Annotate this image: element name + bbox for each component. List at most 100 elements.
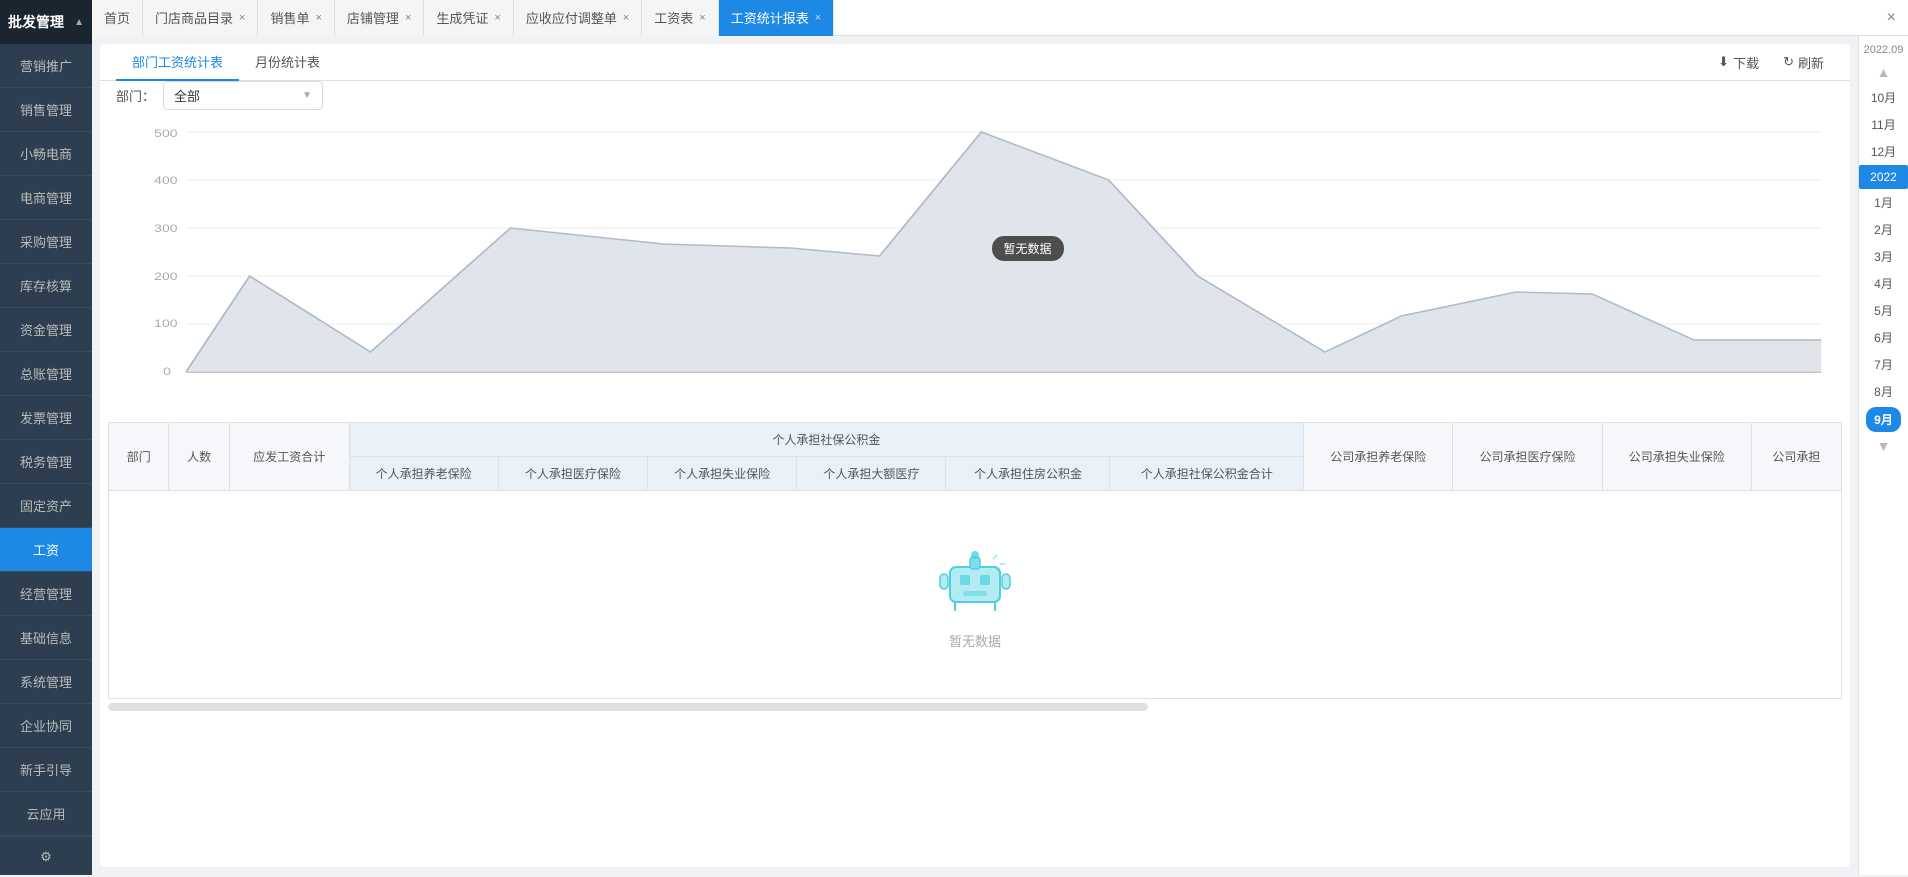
tab-bar: 首页 门店商品目录 × 销售单 × 店铺管理 × 生成凭证 × 应收应付调整单 … (92, 0, 1908, 36)
download-icon: ⬇ (1718, 54, 1729, 70)
page-container: 部门工资统计表 月份统计表 ⬇ 下载 ↻ 刷新 (92, 36, 1908, 875)
date-panel-year-2022[interactable]: 2022 (1859, 165, 1908, 189)
date-panel-may[interactable]: 5月 (1859, 297, 1908, 324)
filter-label: 部门： (116, 86, 155, 105)
gear-icon: ⚙ (40, 849, 52, 864)
tab-close-ar-ap[interactable]: × (623, 12, 629, 24)
col-personal-medical: 个人承担医疗保险 (498, 457, 647, 491)
col-personal-total: 个人承担社保公积金合计 (1110, 457, 1304, 491)
sidebar-item-payroll[interactable]: 工资 (0, 528, 92, 572)
chevron-down-icon: ▼ (302, 90, 312, 101)
empty-state-icon (935, 539, 1015, 619)
date-panel-aug[interactable]: 8月 (1859, 378, 1908, 405)
tab-ar-ap[interactable]: 应收应付调整单 × (514, 0, 642, 36)
col-personal-insurance-group: 个人承担社保公积金 (349, 423, 1304, 457)
svg-text:500: 500 (154, 127, 177, 139)
date-panel-feb[interactable]: 2月 (1859, 216, 1908, 243)
col-personal-serious-illness: 个人承担大额医疗 (797, 457, 946, 491)
content-area: 部门工资统计表 月份统计表 ⬇ 下载 ↻ 刷新 (100, 44, 1850, 867)
tab-sales-order[interactable]: 销售单 × (258, 0, 334, 36)
tab-voucher[interactable]: 生成凭证 × (424, 0, 513, 36)
tab-close-payroll-table[interactable]: × (699, 12, 705, 24)
sub-tab-dept[interactable]: 部门工资统计表 (116, 44, 239, 81)
date-panel-mar[interactable]: 3月 (1859, 243, 1908, 270)
date-panel-header: 2022.09 (1862, 40, 1906, 60)
sidebar-item-ledger[interactable]: 总账管理 (0, 352, 92, 396)
sidebar-item-basic-info[interactable]: 基础信息 (0, 616, 92, 660)
tab-close-sales-order[interactable]: × (315, 12, 321, 24)
svg-text:300: 300 (154, 222, 177, 234)
right-panel: 2022.09 ▲ 10月 11月 12月 2022 1月 2月 (1858, 36, 1908, 875)
filter-row: 部门： 全部 ▼ (100, 81, 1850, 122)
col-company-other: 公司承担 (1751, 423, 1841, 491)
tab-close-payroll-report[interactable]: × (815, 12, 821, 24)
sidebar-item-tax[interactable]: 税务管理 (0, 440, 92, 484)
table-header-group-row: 部门 人数 应发工资合计 个人承担社保公积金 (109, 423, 1842, 457)
sidebar-item-cloud[interactable]: 云应用 (0, 792, 92, 836)
department-select-value: 全部 (174, 86, 200, 105)
tab-voucher-label: 生成凭证 (436, 8, 488, 27)
sidebar-item-guide[interactable]: 新手引导 (0, 748, 92, 792)
tab-close-store-mgmt[interactable]: × (405, 12, 411, 24)
sidebar-item-sales[interactable]: 销售管理 (0, 88, 92, 132)
empty-state: 暂无数据 (121, 499, 1829, 690)
sidebar-title: 批发管理 (8, 12, 64, 32)
payroll-chart: 500 400 300 200 100 0 (116, 122, 1834, 402)
tab-payroll-report[interactable]: 工资统计报表 × (719, 0, 834, 36)
tab-home[interactable]: 首页 (92, 0, 143, 36)
tab-store-catalog[interactable]: 门店商品目录 × (143, 0, 258, 36)
tab-payroll-table[interactable]: 工资表 × (642, 0, 718, 36)
sidebar: 批发管理 ▲ 营销推广 销售管理 小畅电商 电商管理 采购管理 库存核算 资金管… (0, 0, 92, 875)
main-content: 首页 门店商品目录 × 销售单 × 店铺管理 × 生成凭证 × 应收应付调整单 … (92, 0, 1908, 875)
sub-tab-month[interactable]: 月份统计表 (239, 44, 336, 81)
col-company-unemployment: 公司承担失业保险 (1602, 423, 1751, 491)
close-all-tabs-button[interactable]: × (1875, 9, 1908, 27)
sidebar-item-inventory[interactable]: 库存核算 (0, 264, 92, 308)
date-panel-up-arrow[interactable]: ▲ (1873, 60, 1895, 84)
download-button[interactable]: ⬇ 下载 (1708, 48, 1769, 77)
horizontal-scrollbar[interactable] (108, 703, 1148, 711)
col-dept: 部门 (109, 423, 169, 491)
department-select[interactable]: 全部 ▼ (163, 81, 323, 110)
date-panel-down-arrow[interactable]: ▼ (1873, 434, 1895, 458)
sidebar-item-marketing[interactable]: 营销推广 (0, 44, 92, 88)
col-personal-pension: 个人承担养老保险 (349, 457, 498, 491)
sidebar-item-purchase[interactable]: 采购管理 (0, 220, 92, 264)
date-panel-oct[interactable]: 10月 (1859, 84, 1908, 111)
sidebar-item-ecommerce[interactable]: 电商管理 (0, 176, 92, 220)
sidebar-item-operations[interactable]: 经营管理 (0, 572, 92, 616)
date-panel-apr[interactable]: 4月 (1859, 270, 1908, 297)
table-area[interactable]: 部门 人数 应发工资合计 个人承担社保公积金 (108, 422, 1842, 867)
refresh-icon: ↻ (1783, 54, 1794, 70)
tab-payroll-report-label: 工资统计报表 (731, 8, 809, 27)
sidebar-collapse-arrow: ▲ (74, 17, 84, 28)
date-panel-jan[interactable]: 1月 (1859, 189, 1908, 216)
svg-text:400: 400 (154, 174, 177, 186)
tab-sales-order-label: 销售单 (270, 8, 309, 27)
tab-payroll-table-label: 工资表 (654, 8, 693, 27)
sidebar-item-invoice[interactable]: 发票管理 (0, 396, 92, 440)
sidebar-item-system[interactable]: 系统管理 (0, 660, 92, 704)
refresh-button[interactable]: ↻ 刷新 (1773, 48, 1834, 77)
date-panel-jun[interactable]: 6月 (1859, 324, 1908, 351)
sidebar-item-enterprise[interactable]: 企业协同 (0, 704, 92, 748)
sidebar-header[interactable]: 批发管理 ▲ (0, 0, 92, 44)
toolbar: ⬇ 下载 ↻ 刷新 (1708, 48, 1834, 77)
sidebar-item-assets[interactable]: 固定资产 (0, 484, 92, 528)
sidebar-item-finance[interactable]: 资金管理 (0, 308, 92, 352)
date-panel: 2022.09 ▲ 10月 11月 12月 2022 1月 2月 (1858, 36, 1908, 875)
tab-close-voucher[interactable]: × (494, 12, 500, 24)
date-panel-sep[interactable]: 9月 (1866, 407, 1901, 432)
date-panel-dec[interactable]: 12月 (1859, 138, 1908, 165)
col-count: 人数 (169, 423, 229, 491)
sidebar-item-ecommerce-small[interactable]: 小畅电商 (0, 132, 92, 176)
tab-close-store-catalog[interactable]: × (239, 12, 245, 24)
tab-store-mgmt[interactable]: 店铺管理 × (335, 0, 424, 36)
settings-button[interactable]: ⚙ (0, 836, 92, 877)
col-total-wage: 应发工资合计 (229, 423, 349, 491)
date-panel-jul[interactable]: 7月 (1859, 351, 1908, 378)
date-panel-nov[interactable]: 11月 (1859, 111, 1908, 138)
col-company-pension: 公司承担养老保险 (1304, 423, 1453, 491)
data-table: 部门 人数 应发工资合计 个人承担社保公积金 (108, 422, 1842, 699)
tab-store-catalog-label: 门店商品目录 (155, 8, 233, 27)
